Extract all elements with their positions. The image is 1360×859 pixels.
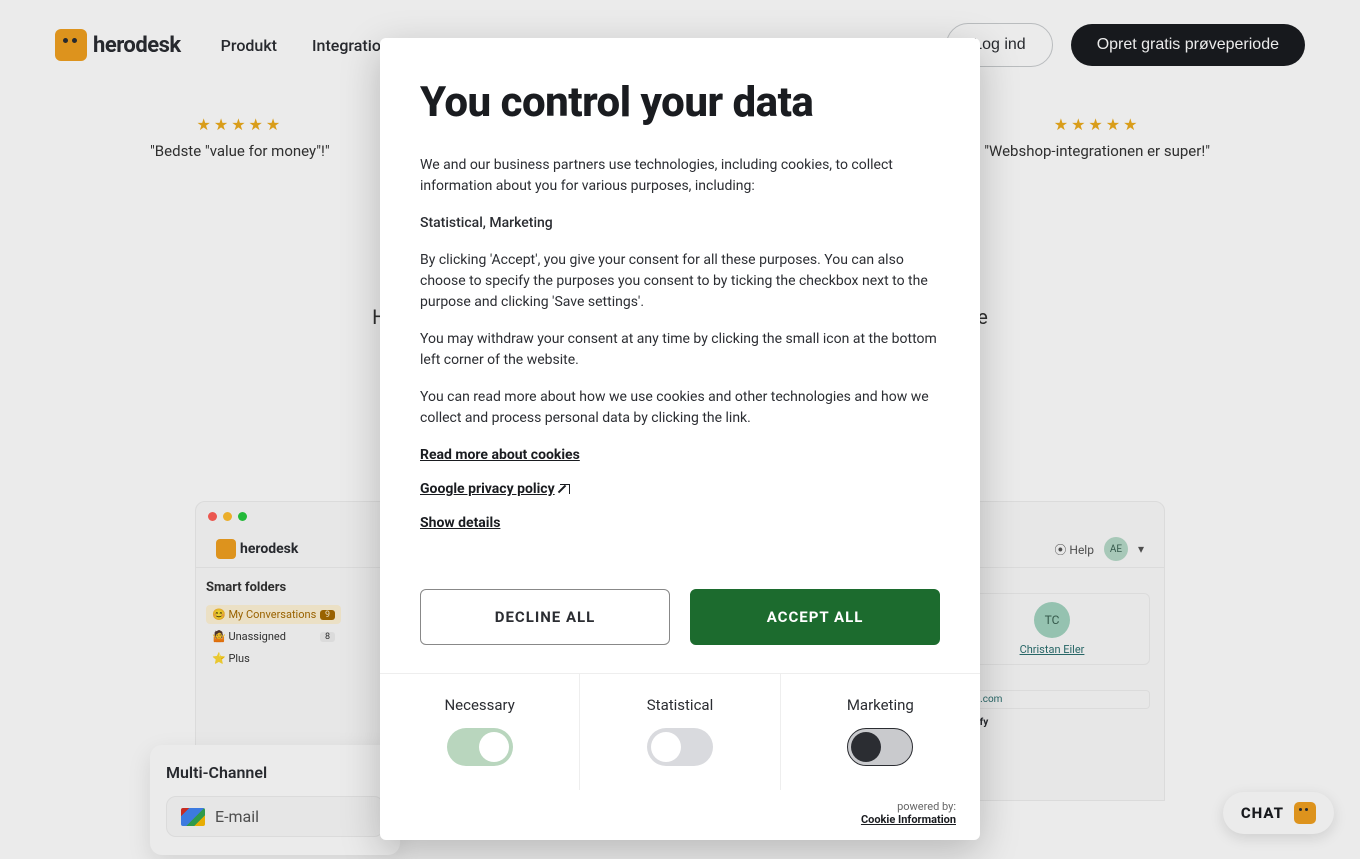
consent-category-necessary: Necessary bbox=[380, 674, 580, 790]
category-label: Marketing bbox=[791, 696, 970, 714]
consent-intro: We and our business partners use technol… bbox=[420, 155, 940, 197]
category-label: Statistical bbox=[590, 696, 769, 714]
toggle-statistical[interactable] bbox=[647, 728, 713, 766]
accept-all-button[interactable]: ACCEPT ALL bbox=[690, 589, 940, 645]
consent-category-statistical: Statistical bbox=[580, 674, 780, 790]
consent-category-marketing: Marketing bbox=[781, 674, 980, 790]
cookie-consent-modal: You control your data We and our busines… bbox=[380, 38, 980, 840]
cookie-information-link[interactable]: Cookie Information bbox=[404, 813, 956, 826]
toggle-knob bbox=[479, 732, 509, 762]
consent-categories: Necessary Statistical Marketing bbox=[380, 673, 980, 790]
toggle-marketing[interactable] bbox=[847, 728, 913, 766]
decline-all-button[interactable]: DECLINE ALL bbox=[420, 589, 670, 645]
link-text: Read more about cookies bbox=[420, 447, 580, 463]
link-text: Google privacy policy bbox=[420, 481, 555, 497]
consent-action-buttons: DECLINE ALL ACCEPT ALL bbox=[380, 561, 980, 673]
category-label: Necessary bbox=[390, 696, 569, 714]
consent-title: You control your data bbox=[420, 78, 940, 127]
consent-purposes-line: Statistical, Marketing bbox=[420, 213, 940, 234]
powered-by-label: powered by: bbox=[897, 800, 956, 813]
toggle-knob bbox=[651, 732, 681, 762]
toggle-knob bbox=[851, 732, 881, 762]
consent-accept-para: By clicking 'Accept', you give your cons… bbox=[420, 250, 940, 313]
consent-powered-by: powered by: Cookie Information bbox=[380, 790, 980, 840]
consent-cookies-link[interactable]: Read more about cookies bbox=[420, 447, 580, 463]
link-text: Show details bbox=[420, 515, 500, 531]
consent-show-details-link[interactable]: Show details bbox=[420, 515, 500, 531]
toggle-necessary bbox=[447, 728, 513, 766]
consent-body: You control your data We and our busines… bbox=[380, 38, 980, 561]
consent-google-privacy-link[interactable]: Google privacy policy bbox=[420, 481, 570, 497]
consent-readmore-para: You can read more about how we use cooki… bbox=[420, 387, 940, 429]
consent-withdraw-para: You may withdraw your consent at any tim… bbox=[420, 329, 940, 371]
external-link-icon bbox=[560, 484, 570, 494]
